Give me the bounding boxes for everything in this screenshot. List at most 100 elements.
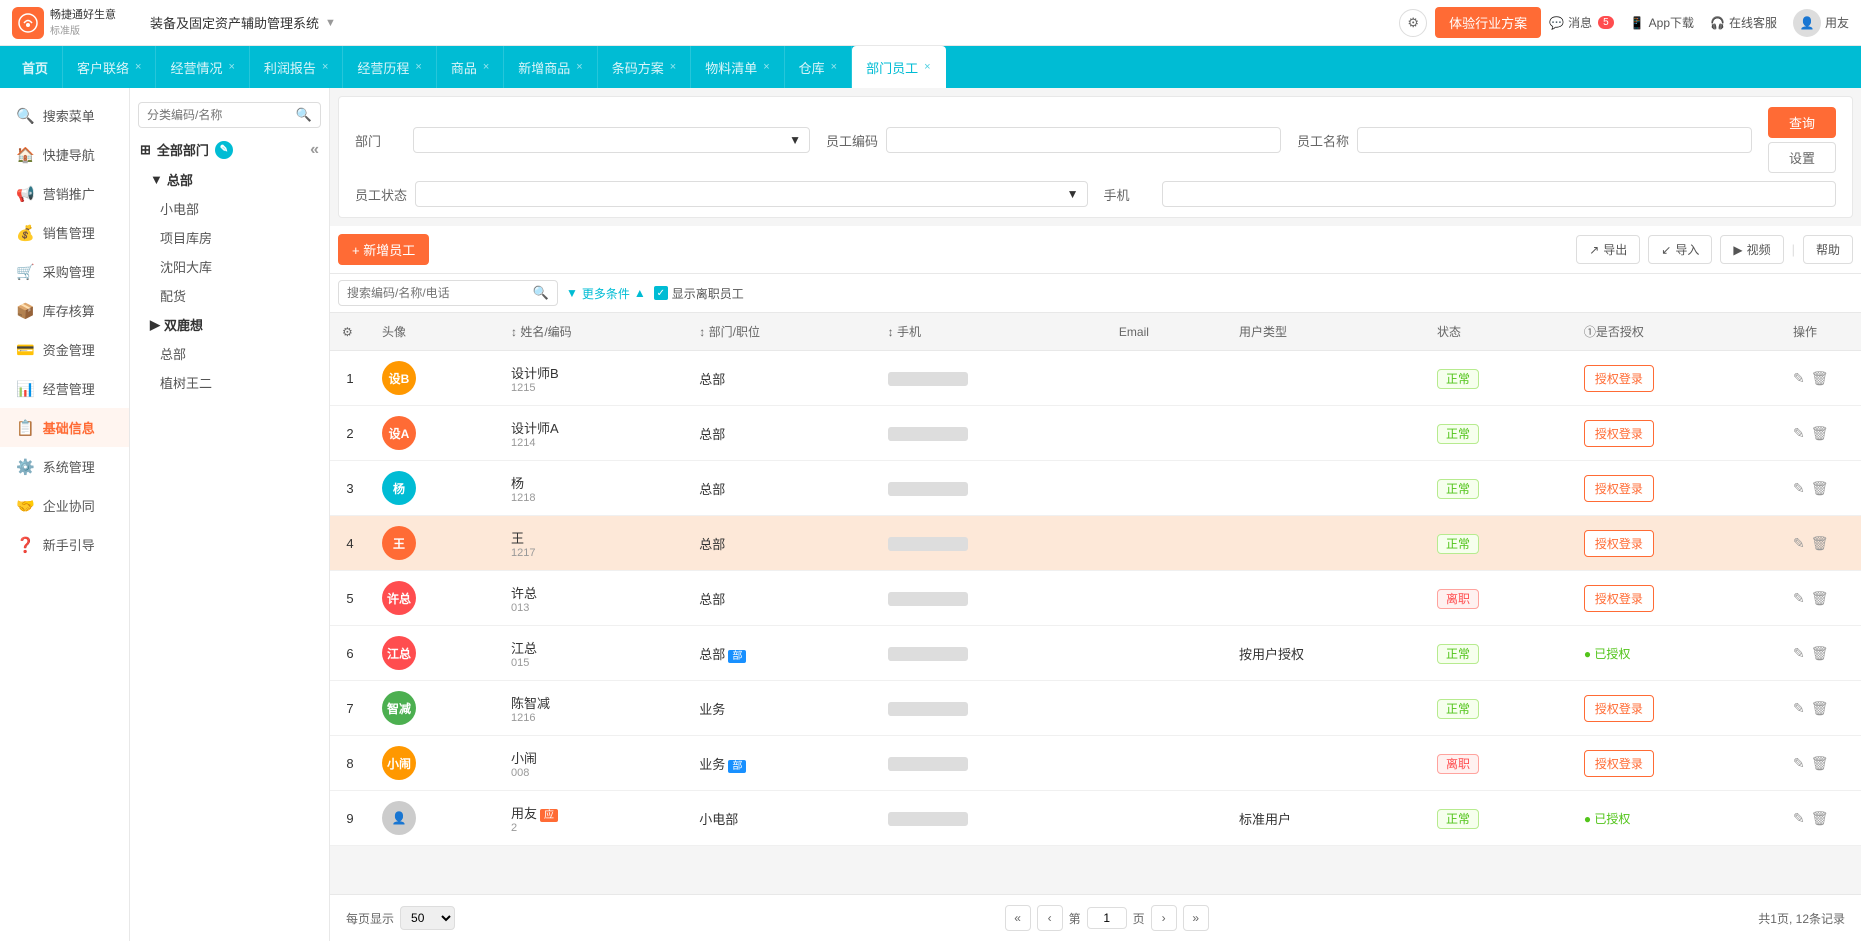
user-menu[interactable]: 👤 用友 <box>1793 9 1849 37</box>
auth-login-btn[interactable]: 授权登录 <box>1584 530 1654 557</box>
nav-tab-部门员工[interactable]: 部门员工× <box>852 46 945 88</box>
nav-tab-close[interactable]: × <box>228 61 234 73</box>
nav-tab-经营情况[interactable]: 经营情况× <box>156 46 249 88</box>
delete-icon[interactable]: 🗑 <box>1811 810 1829 827</box>
nav-tab-物料清单[interactable]: 物料清单× <box>691 46 784 88</box>
nav-tab-条码方案[interactable]: 条码方案× <box>598 46 691 88</box>
last-page-btn[interactable]: » <box>1183 905 1209 931</box>
nav-tab-close[interactable]: × <box>135 61 141 73</box>
edit-icon[interactable]: ✎ <box>1793 370 1805 387</box>
page-size-select[interactable]: 50 20 100 <box>400 906 455 930</box>
dept-item-xiangmuku[interactable]: 项目库房 <box>140 223 329 252</box>
sidebar-item-营销推广[interactable]: 📢 营销推广 <box>0 174 129 213</box>
sidebar-item-采购管理[interactable]: 🛒 采购管理 <box>0 252 129 291</box>
auth-login-btn[interactable]: 授权登录 <box>1584 475 1654 502</box>
dept-edit-badge[interactable]: ✎ <box>215 141 233 159</box>
dept-item-zhishu[interactable]: 植树王二 <box>140 368 329 397</box>
nav-tab-新增商品[interactable]: 新增商品× <box>504 46 597 88</box>
sidebar-item-库存核算[interactable]: 📦 库存核算 <box>0 291 129 330</box>
import-button[interactable]: ↙ 导入 <box>1648 235 1712 264</box>
nav-tab-close[interactable]: × <box>924 61 930 73</box>
dept-item-zongbu2[interactable]: 总部 <box>140 339 329 368</box>
edit-icon[interactable]: ✎ <box>1793 755 1805 772</box>
first-page-btn[interactable]: « <box>1005 905 1031 931</box>
nav-tab-商品[interactable]: 商品× <box>437 46 504 88</box>
delete-icon[interactable]: 🗑 <box>1811 755 1829 772</box>
set-button[interactable]: 设置 <box>1768 142 1836 173</box>
nav-tab-close[interactable]: × <box>576 61 582 73</box>
nav-tab-close[interactable]: × <box>670 61 676 73</box>
edit-icon[interactable]: ✎ <box>1793 645 1805 662</box>
nav-tab-close[interactable]: × <box>763 61 769 73</box>
sidebar-item-新手引导[interactable]: ❓ 新手引导 <box>0 525 129 564</box>
delete-icon[interactable]: 🗑 <box>1811 370 1829 387</box>
prev-page-btn[interactable]: ‹ <box>1037 905 1063 931</box>
dept-search-input[interactable] <box>147 108 292 122</box>
col-settings[interactable]: ⚙ <box>330 313 370 351</box>
app-download-btn[interactable]: 📱 App下载 <box>1630 14 1694 31</box>
next-page-btn[interactable]: › <box>1151 905 1177 931</box>
employee-search-input[interactable] <box>347 286 529 300</box>
title-dropdown-icon[interactable]: ▼ <box>325 17 336 29</box>
edit-icon[interactable]: ✎ <box>1793 480 1805 497</box>
sidebar-item-搜索菜单[interactable]: 🔍 搜索菜单 <box>0 96 129 135</box>
filter-empname-input[interactable] <box>1357 127 1752 153</box>
col-phone[interactable]: ↕ 手机 <box>876 313 1107 351</box>
nav-tab-经营历程[interactable]: 经营历程× <box>343 46 436 88</box>
help-button[interactable]: 帮助 <box>1803 235 1853 264</box>
filter-empcode-input[interactable] <box>886 127 1281 153</box>
sidebar-item-销售管理[interactable]: 💰 销售管理 <box>0 213 129 252</box>
all-dept-header[interactable]: ⊞ 全部部门 ✎ « <box>130 134 329 165</box>
auth-login-btn[interactable]: 授权登录 <box>1584 695 1654 722</box>
trial-button[interactable]: 体验行业方案 <box>1435 7 1541 38</box>
dept-group-title-zongbu[interactable]: ▼ 总部 <box>140 165 329 194</box>
sidebar-item-快捷导航[interactable]: 🏠 快捷导航 <box>0 135 129 174</box>
nav-tab-close[interactable]: × <box>483 61 489 73</box>
delete-icon[interactable]: 🗑 <box>1811 700 1829 717</box>
edit-icon[interactable]: ✎ <box>1793 700 1805 717</box>
delete-icon[interactable]: 🗑 <box>1811 535 1829 552</box>
show-resigned-wrap[interactable]: ✓ 显示离职员工 <box>654 285 744 302</box>
edit-icon[interactable]: ✎ <box>1793 535 1805 552</box>
dept-item-peihuo[interactable]: 配货 <box>140 281 329 310</box>
more-filter-btn[interactable]: ▼ 更多条件 ▲ <box>566 285 646 302</box>
dept-item-shenyangdaku[interactable]: 沈阳大库 <box>140 252 329 281</box>
page-number-input[interactable] <box>1087 907 1127 929</box>
filter-phone-input[interactable] <box>1162 181 1837 207</box>
edit-icon[interactable]: ✎ <box>1793 425 1805 442</box>
message-btn[interactable]: 💬 消息 5 <box>1549 14 1614 31</box>
auth-login-btn[interactable]: 授权登录 <box>1584 365 1654 392</box>
dept-group-title-shuanglu[interactable]: ▶ 双鹿想 <box>140 310 329 339</box>
delete-icon[interactable]: 🗑 <box>1811 425 1829 442</box>
nav-tab-利润报告[interactable]: 利润报告× <box>250 46 343 88</box>
edit-icon[interactable]: ✎ <box>1793 810 1805 827</box>
query-button[interactable]: 查询 <box>1768 107 1836 138</box>
nav-tab-客户联络[interactable]: 客户联络× <box>63 46 156 88</box>
auth-login-btn[interactable]: 授权登录 <box>1584 750 1654 777</box>
add-employee-button[interactable]: + 新增员工 <box>338 234 429 265</box>
col-name[interactable]: ↕ 姓名/编码 <box>499 313 687 351</box>
col-dept[interactable]: ↕ 部门/职位 <box>687 313 875 351</box>
delete-icon[interactable]: 🗑 <box>1811 590 1829 607</box>
delete-icon[interactable]: 🗑 <box>1811 645 1829 662</box>
sidebar-item-资金管理[interactable]: 💳 资金管理 <box>0 330 129 369</box>
sidebar-item-企业协同[interactable]: 🤝 企业协同 <box>0 486 129 525</box>
nav-tab-close[interactable]: × <box>415 61 421 73</box>
show-resigned-checkbox[interactable]: ✓ <box>654 286 668 300</box>
sidebar-item-系统管理[interactable]: ⚙️ 系统管理 <box>0 447 129 486</box>
dept-collapse-btn[interactable]: « <box>310 141 319 159</box>
auth-login-btn[interactable]: 授权登录 <box>1584 420 1654 447</box>
auth-login-btn[interactable]: 授权登录 <box>1584 585 1654 612</box>
nav-tab-仓库[interactable]: 仓库× <box>785 46 852 88</box>
nav-tab-close[interactable]: × <box>831 61 837 73</box>
dept-item-xiaodianbu[interactable]: 小电部 <box>140 194 329 223</box>
export-button[interactable]: ↗ 导出 <box>1576 235 1640 264</box>
filter-dept-select[interactable]: ▼ <box>413 127 810 153</box>
nav-tab-close[interactable]: × <box>322 61 328 73</box>
filter-empstatus-select[interactable]: ▼ <box>415 181 1087 207</box>
gear-button[interactable]: ⚙ <box>1399 9 1427 37</box>
online-service-btn[interactable]: 🎧 在线客服 <box>1710 14 1777 31</box>
view-button[interactable]: ▶ 视频 <box>1720 235 1783 264</box>
sidebar-item-经营管理[interactable]: 📊 经营管理 <box>0 369 129 408</box>
delete-icon[interactable]: 🗑 <box>1811 480 1829 497</box>
